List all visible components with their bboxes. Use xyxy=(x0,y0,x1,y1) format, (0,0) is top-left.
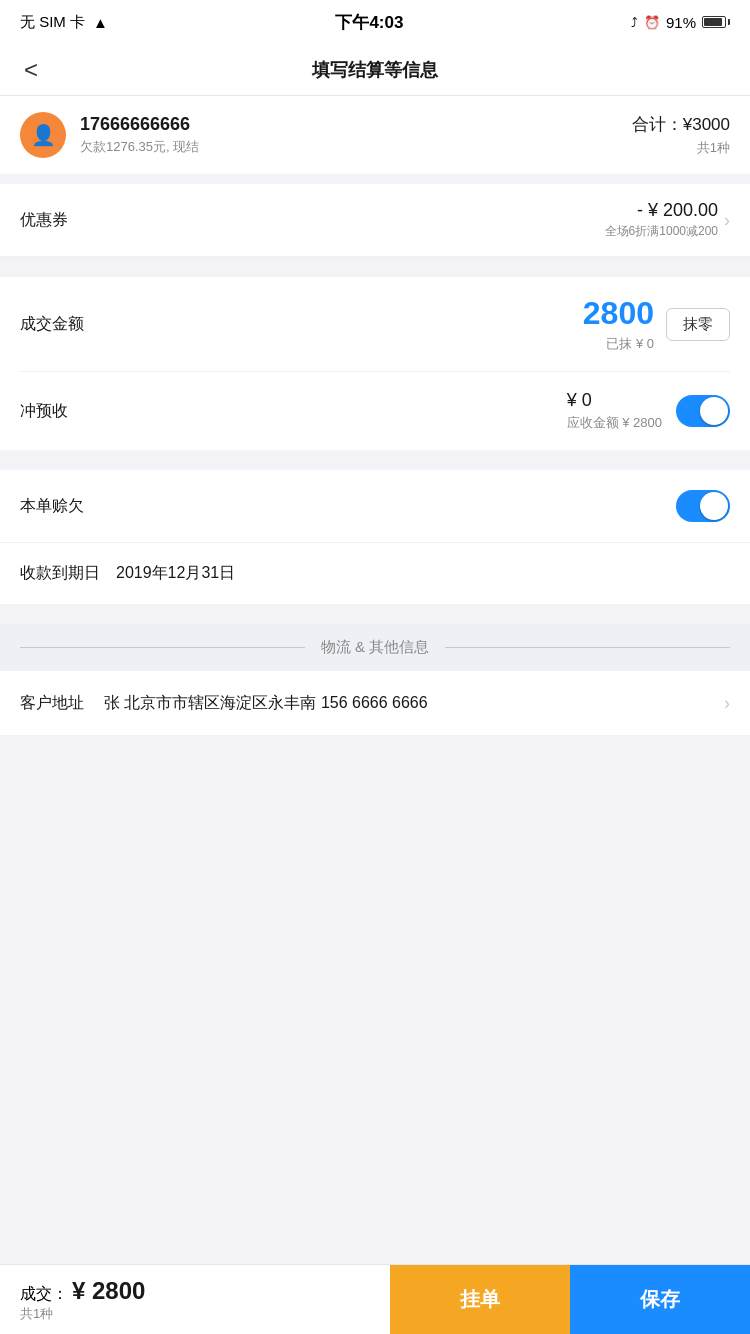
empty-space xyxy=(0,735,750,855)
amount-section: 成交金额 2800 已抹 ¥ 0 抹零 冲预收 ¥ 0 应收金额 ¥ 2800 xyxy=(0,277,750,450)
bottom-amount: ¥ 2800 xyxy=(72,1277,145,1305)
prepay-label: 冲预收 xyxy=(20,401,68,422)
coupon-right: - ¥ 200.00 全场6折满1000减200 › xyxy=(605,200,730,240)
address-row[interactable]: 客户地址 张 北京市市辖区海淀区永丰南 156 6666 6666 › xyxy=(20,671,730,735)
logistics-line-left xyxy=(20,647,305,648)
carrier-text: 无 SIM 卡 xyxy=(20,13,85,32)
logistics-text: 物流 & 其他信息 xyxy=(321,638,429,657)
status-time: 下午4:03 xyxy=(335,11,403,34)
coupon-discount: - ¥ 200.00 xyxy=(605,200,718,221)
logistics-line-right xyxy=(445,647,730,648)
customer-card: 👤 17666666666 欠款1276.35元, 现结 合计：¥3000 共1… xyxy=(0,96,750,174)
duedate-value: 2019年12月31日 xyxy=(116,563,235,584)
prepay-toggle-knob xyxy=(700,397,728,425)
main-content: 👤 17666666666 欠款1276.35元, 现结 合计：¥3000 共1… xyxy=(0,96,750,855)
duedate-section: 收款到期日 2019年12月31日 xyxy=(0,542,750,604)
deal-amount-wrap: 2800 已抹 ¥ 0 xyxy=(583,295,654,353)
prepay-top: ¥ 0 应收金额 ¥ 2800 xyxy=(567,390,730,432)
zero-button[interactable]: 抹零 xyxy=(666,308,730,341)
alarm-icon: ⏰ xyxy=(644,15,660,30)
total-value: ¥3000 xyxy=(683,115,730,134)
nav-bar: < 填写结算等信息 xyxy=(0,44,750,96)
coupon-description: 全场6折满1000减200 xyxy=(605,223,718,240)
address-section: 客户地址 张 北京市市辖区海淀区永丰南 156 6666 6666 › xyxy=(0,671,750,735)
debt-row: 本单赊欠 xyxy=(20,470,730,542)
section-divider-3 xyxy=(0,450,750,460)
section-divider-4 xyxy=(0,604,750,614)
bottom-bar: 成交： ¥ 2800 共1种 挂单 保存 xyxy=(0,1264,750,1334)
save-button[interactable]: 保存 xyxy=(570,1265,750,1335)
prepay-value: ¥ 0 xyxy=(567,390,662,411)
battery-icon xyxy=(702,16,730,28)
bottom-count: 共1种 xyxy=(20,1305,370,1323)
deal-amount-value: 2800 xyxy=(583,295,654,332)
bottom-summary-label: 成交： xyxy=(20,1284,68,1305)
prepay-toggle[interactable] xyxy=(676,395,730,427)
address-value: 张 北京市市辖区海淀区永丰南 156 6666 6666 xyxy=(104,691,724,715)
battery-percent: 91% xyxy=(666,14,696,31)
page-title: 填写结算等信息 xyxy=(312,58,438,82)
bottom-summary-row: 成交： ¥ 2800 xyxy=(20,1276,370,1305)
deal-amount-right: 2800 已抹 ¥ 0 抹零 xyxy=(583,295,730,353)
coupon-label: 优惠券 xyxy=(20,210,68,231)
customer-debt: 欠款1276.35元, 现结 xyxy=(80,138,199,156)
prepay-sub: 应收金额 ¥ 2800 xyxy=(567,414,662,432)
total-label: 合计： xyxy=(632,115,683,134)
debt-toggle-knob xyxy=(700,492,728,520)
customer-phone: 17666666666 xyxy=(80,114,199,135)
debt-label: 本单赊欠 xyxy=(20,496,84,517)
customer-right: 合计：¥3000 共1种 xyxy=(632,113,730,157)
prepay-right: ¥ 0 应收金额 ¥ 2800 xyxy=(567,390,730,432)
address-label: 客户地址 xyxy=(20,693,84,714)
customer-left: 👤 17666666666 欠款1276.35元, 现结 xyxy=(20,112,199,158)
hang-button[interactable]: 挂单 xyxy=(390,1265,570,1335)
section-divider-1 xyxy=(0,174,750,184)
deal-amount-sub: 已抹 ¥ 0 xyxy=(583,335,654,353)
avatar: 👤 xyxy=(20,112,66,158)
status-bar: 无 SIM 卡 ▲ 下午4:03 ⤴ ⏰ 91% xyxy=(0,0,750,44)
total-amount: 合计：¥3000 xyxy=(632,113,730,136)
total-count: 共1种 xyxy=(632,139,730,157)
debt-section: 本单赊欠 xyxy=(0,470,750,542)
status-right: ⤴ ⏰ 91% xyxy=(631,14,730,31)
logistics-divider: 物流 & 其他信息 xyxy=(0,624,750,671)
prepay-row: 冲预收 ¥ 0 应收金额 ¥ 2800 xyxy=(20,372,730,450)
coupon-text: - ¥ 200.00 全场6折满1000减200 xyxy=(605,200,718,240)
deal-amount-label: 成交金额 xyxy=(20,314,84,335)
bottom-summary: 成交： ¥ 2800 共1种 xyxy=(0,1276,390,1323)
prepay-value-wrap: ¥ 0 应收金额 ¥ 2800 xyxy=(567,390,662,432)
duedate-label: 收款到期日 xyxy=(20,563,100,584)
deal-amount-row: 成交金额 2800 已抹 ¥ 0 抹零 xyxy=(20,277,730,372)
coupon-row[interactable]: 优惠券 - ¥ 200.00 全场6折满1000减200 › xyxy=(0,184,750,257)
customer-info: 17666666666 欠款1276.35元, 现结 xyxy=(80,114,199,156)
coupon-chevron-icon: › xyxy=(724,210,730,231)
back-button[interactable]: < xyxy=(16,48,46,92)
debt-toggle[interactable] xyxy=(676,490,730,522)
status-left: 无 SIM 卡 ▲ xyxy=(20,13,108,32)
location-icon: ⤴ xyxy=(631,15,638,30)
avatar-icon: 👤 xyxy=(31,123,56,147)
wifi-icon: ▲ xyxy=(93,14,108,31)
duedate-row: 收款到期日 2019年12月31日 xyxy=(20,543,730,604)
address-chevron-icon: › xyxy=(724,693,730,714)
section-divider-2 xyxy=(0,257,750,267)
